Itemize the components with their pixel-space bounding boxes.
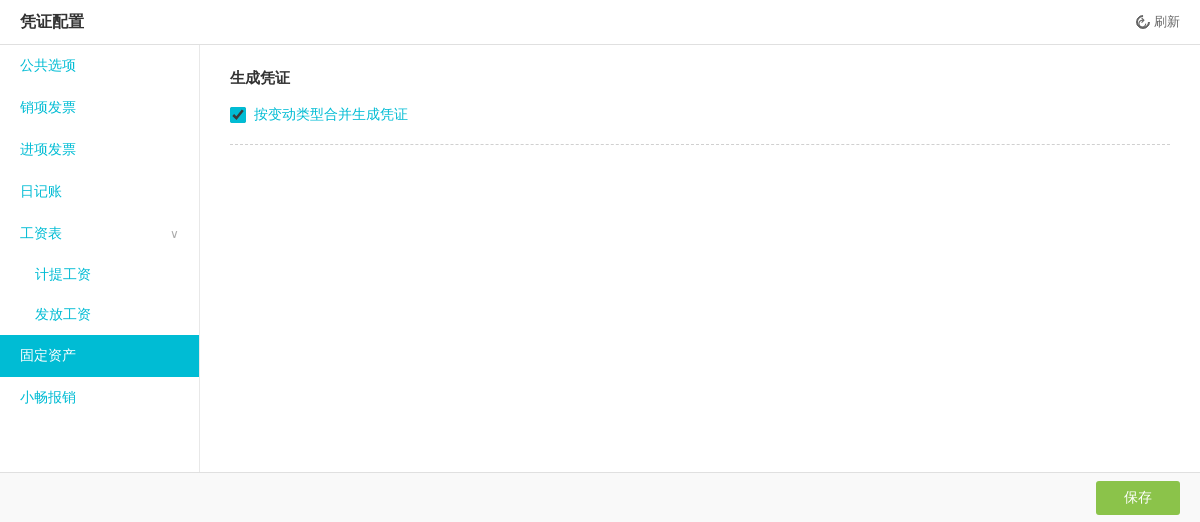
sidebar-item-label: 小畅报销 <box>20 389 76 407</box>
sidebar-item-label: 固定资产 <box>20 347 76 365</box>
sidebar-item-fixed-assets[interactable]: 固定资产 <box>0 335 199 377</box>
section-divider <box>230 144 1170 145</box>
sidebar-item-label: 进项发票 <box>20 141 76 159</box>
header: 凭证配置 ↻ 刷新 <box>0 0 1200 45</box>
checkbox-row: 按变动类型合并生成凭证 <box>230 106 1170 124</box>
sidebar-item-sales-invoice[interactable]: 销项发票 <box>0 87 199 129</box>
sidebar-item-label: 销项发票 <box>20 99 76 117</box>
sidebar: 公共选项 销项发票 进项发票 日记账 工资表 ∨ 计提工资 <box>0 45 200 472</box>
section-title: 生成凭证 <box>230 69 1170 88</box>
page-title: 凭证配置 <box>20 12 84 33</box>
sidebar-item-calc-salary[interactable]: 计提工资 <box>0 255 199 295</box>
sidebar-item-purchase-invoice[interactable]: 进项发票 <box>0 129 199 171</box>
content-area: 生成凭证 按变动类型合并生成凭证 <box>200 45 1200 472</box>
footer: 保存 <box>0 472 1200 522</box>
sidebar-item-label: 日记账 <box>20 183 62 201</box>
sidebar-item-public-options[interactable]: 公共选项 <box>0 45 199 87</box>
main-layout: 公共选项 销项发票 进项发票 日记账 工资表 ∨ 计提工资 <box>0 45 1200 472</box>
merge-by-type-label[interactable]: 按变动类型合并生成凭证 <box>254 106 408 124</box>
sidebar-item-journal[interactable]: 日记账 <box>0 171 199 213</box>
sidebar-item-label: 计提工资 <box>35 266 91 282</box>
refresh-button[interactable]: ↻ 刷新 <box>1136 13 1180 31</box>
sidebar-item-label: 发放工资 <box>35 306 91 322</box>
refresh-label: 刷新 <box>1154 13 1180 31</box>
sidebar-item-payroll[interactable]: 工资表 ∨ <box>0 213 199 255</box>
merge-by-type-checkbox[interactable] <box>230 107 246 123</box>
sidebar-item-pay-salary[interactable]: 发放工资 <box>0 295 199 335</box>
sidebar-item-label: 公共选项 <box>20 57 76 75</box>
chevron-down-icon: ∨ <box>170 227 179 241</box>
save-button[interactable]: 保存 <box>1096 481 1180 515</box>
refresh-icon: ↻ <box>1133 12 1153 32</box>
sidebar-item-label: 工资表 <box>20 225 62 243</box>
sidebar-item-expense-report[interactable]: 小畅报销 <box>0 377 199 419</box>
page-container: 凭证配置 ↻ 刷新 公共选项 销项发票 进项发票 日记账 <box>0 0 1200 522</box>
